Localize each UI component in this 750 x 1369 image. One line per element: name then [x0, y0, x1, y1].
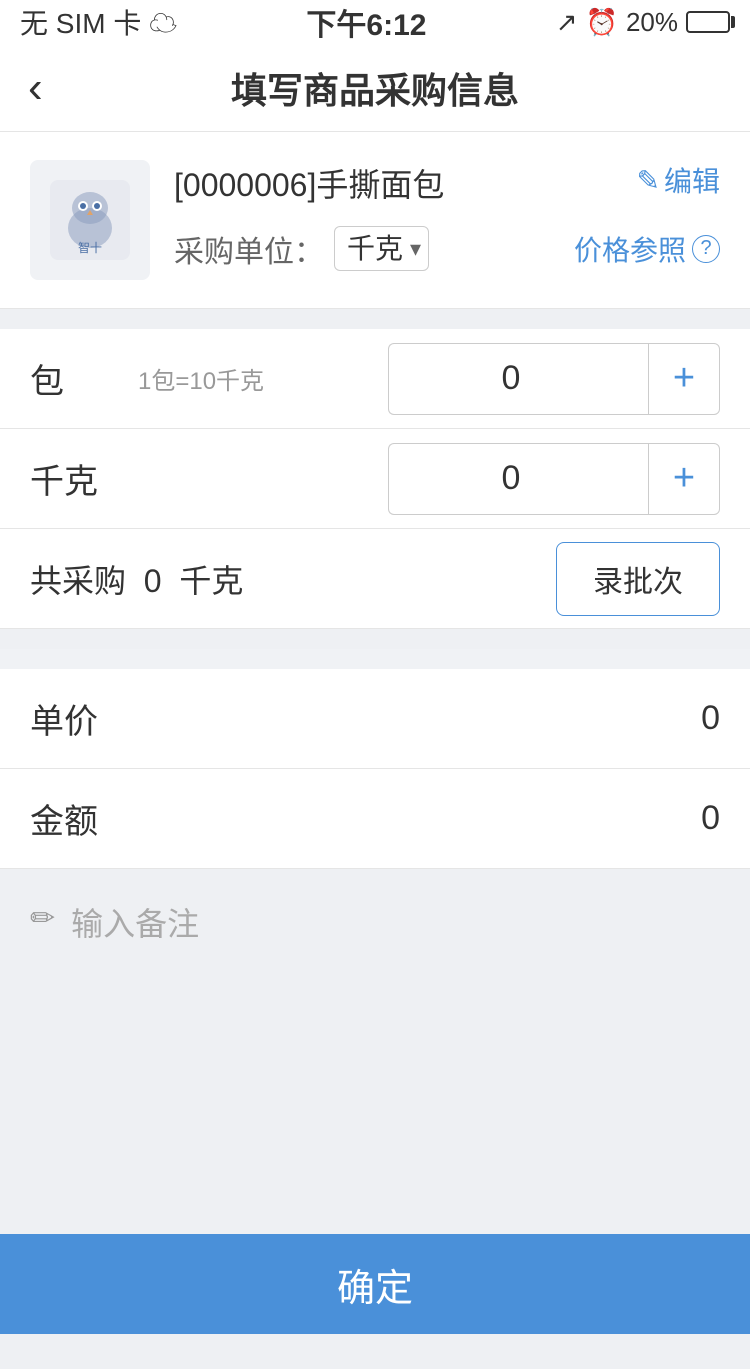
kg-plus-icon: + [673, 457, 695, 500]
edit-button[interactable]: ✎ 编辑 [637, 160, 720, 200]
status-left: 无 SIM 卡 ☁ [20, 2, 177, 42]
unit-selector-group: 采购单位： 千克 包 [174, 226, 429, 271]
unit-price-label: 单价 [30, 694, 98, 743]
detail-section: 单价 0 金额 0 [0, 669, 750, 869]
status-bar: 无 SIM 卡 ☁ 下午6:12 ↗ ⏰ 20% [0, 0, 750, 44]
status-right: ↗ ⏰ 20% [556, 7, 730, 38]
unit-select[interactable]: 千克 包 [334, 226, 429, 271]
product-name: [0000006]手撕面包 [174, 160, 637, 206]
notes-section[interactable]: ✏ 输入备注 [0, 869, 750, 1069]
record-batch-button[interactable]: 录批次 [556, 542, 720, 616]
help-icon: ? [692, 235, 720, 263]
price-ref-label: 价格参照 [574, 229, 686, 269]
bag-label: 包 [30, 354, 130, 403]
product-info: [0000006]手撕面包 ✎ 编辑 采购单位： 千克 包 价格参照 ? [174, 160, 720, 271]
alarm-icon: ⏰ [586, 7, 618, 38]
product-name-row: [0000006]手撕面包 ✎ 编辑 [174, 160, 720, 206]
battery-percent: 20% [626, 7, 678, 38]
total-amount: 0 [144, 563, 162, 599]
section-divider-2 [0, 629, 750, 649]
edit-icon: ✎ [637, 164, 660, 197]
bag-plus-icon: + [673, 357, 695, 400]
notes-pencil-icon: ✏ [30, 901, 55, 936]
sim-status: 无 SIM 卡 ☁ [20, 2, 177, 42]
total-unit: 千克 [179, 563, 243, 599]
bag-sub-label: 1包=10千克 [138, 361, 264, 396]
input-section: 包 1包=10千克 + 千克 + 共采购 0 千克 录批次 [0, 329, 750, 629]
back-button[interactable]: ‹ [28, 66, 43, 110]
bag-plus-button[interactable]: + [648, 343, 720, 415]
amount-value: 0 [701, 799, 720, 838]
product-thumbnail: 智十 [30, 160, 150, 280]
product-logo-icon: 智十 [50, 180, 130, 260]
kg-label: 千克 [30, 454, 130, 503]
edit-label: 编辑 [664, 160, 720, 200]
confirm-button[interactable]: 确定 [0, 1234, 750, 1334]
kg-quantity-input[interactable] [388, 443, 648, 515]
unit-price-value: 0 [701, 699, 720, 738]
amount-row: 金额 0 [0, 769, 750, 869]
bag-input-group: + [388, 343, 720, 415]
total-row: 共采购 0 千克 录批次 [0, 529, 750, 629]
product-card: 智十 [0000006]手撕面包 ✎ 编辑 采购单位： 千克 包 价格参照 [0, 132, 750, 309]
total-label: 共采购 [30, 563, 126, 599]
kg-plus-button[interactable]: + [648, 443, 720, 515]
kg-input-group: + [388, 443, 720, 515]
section-divider-1 [0, 309, 750, 329]
nav-bar: ‹ 填写商品采购信息 [0, 44, 750, 132]
svg-text:智十: 智十 [78, 240, 102, 255]
bag-input-row: 包 1包=10千克 + [0, 329, 750, 429]
kg-input-row: 千克 + [0, 429, 750, 529]
unit-row: 采购单位： 千克 包 价格参照 ? [174, 226, 720, 271]
page-title: 填写商品采购信息 [231, 62, 519, 114]
location-icon: ↗ [556, 7, 578, 38]
bag-quantity-input[interactable] [388, 343, 648, 415]
notes-placeholder: 输入备注 [71, 899, 199, 945]
battery-icon [686, 11, 730, 33]
unit-select-wrap[interactable]: 千克 包 [324, 226, 429, 271]
unit-price-row: 单价 0 [0, 669, 750, 769]
total-text: 共采购 0 千克 [30, 556, 243, 602]
amount-label: 金额 [30, 794, 98, 843]
price-ref-button[interactable]: 价格参照 ? [574, 229, 720, 269]
unit-label: 采购单位： [174, 227, 324, 271]
status-time: 下午6:12 [306, 0, 426, 44]
